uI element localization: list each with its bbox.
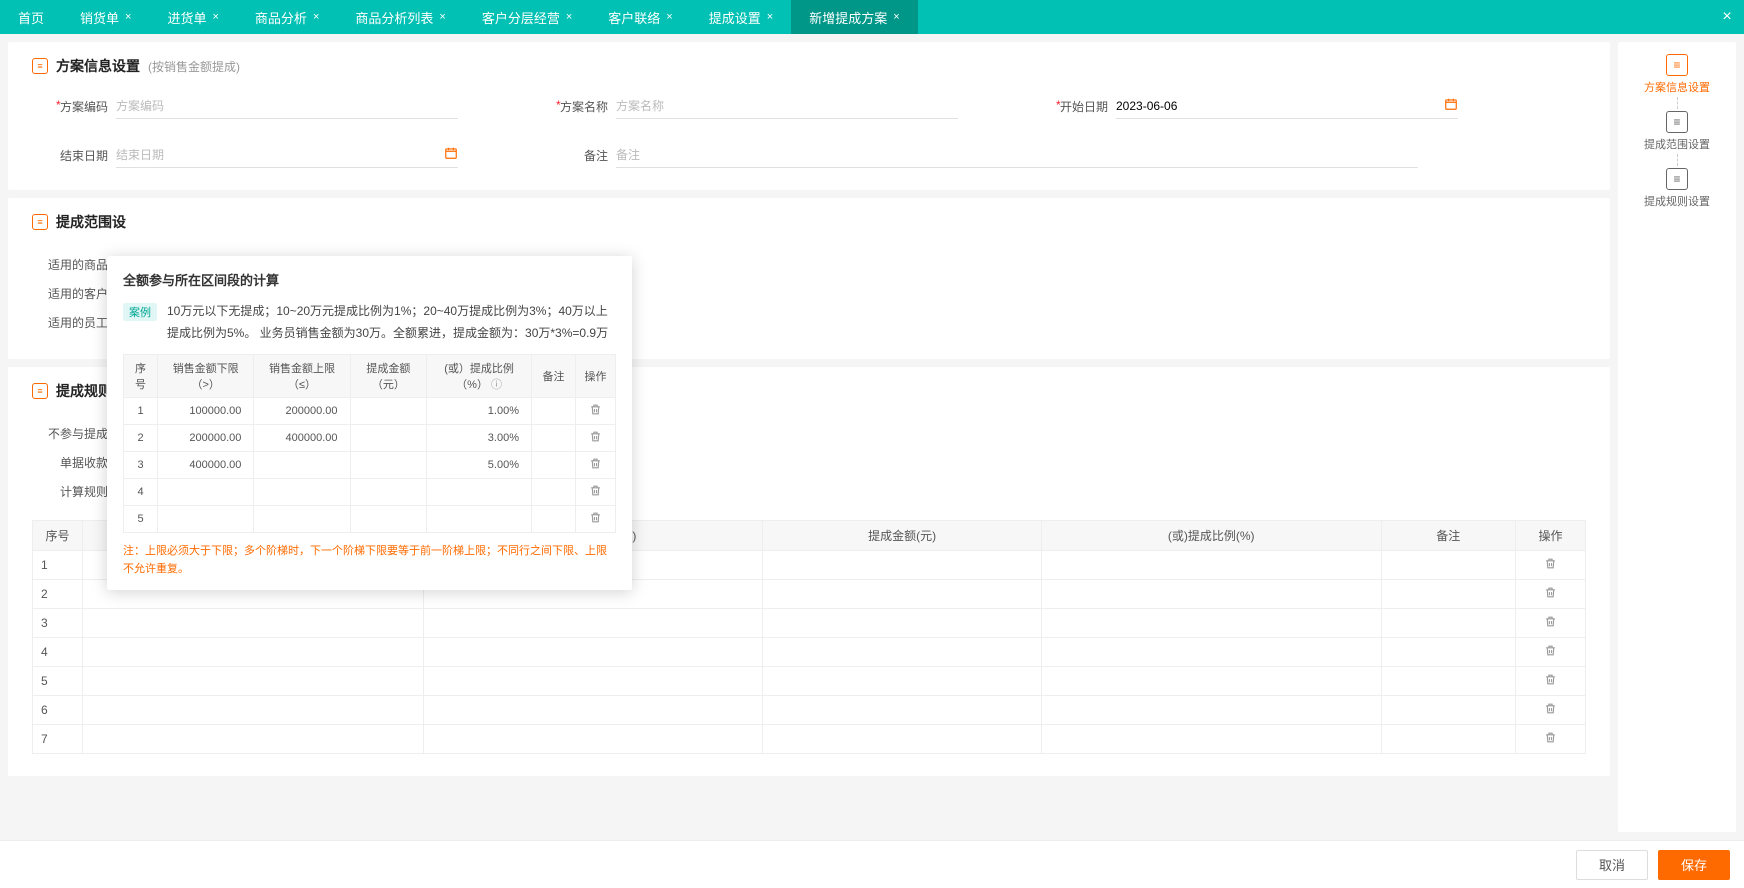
tab-close-icon[interactable]: × [125, 11, 131, 23]
section-plan-info: ≡ 方案信息设置 (按销售金额提成) 方案编码 方案名称 开始日期 [8, 42, 1610, 190]
section-title: 方案信息设置 [56, 56, 140, 76]
delete-icon[interactable] [1544, 559, 1557, 573]
tooltip-popup: 全额参与所在区间段的计算 案例 10万元以下无提成；10~20万元提成比例为1%… [107, 256, 632, 590]
tab-close-icon[interactable]: × [666, 11, 672, 23]
anchor-提成范围设置[interactable]: ≡提成范围设置 [1644, 111, 1710, 152]
table-row: 1100000.00200000.001.00% [124, 398, 616, 425]
label-exclude: 不参与提成 [38, 425, 116, 442]
input-plan-name[interactable] [616, 94, 958, 118]
label-goods: 适用的商品 [38, 256, 116, 273]
tab-商品分析[interactable]: 商品分析× [237, 0, 337, 34]
input-remark[interactable] [616, 143, 1418, 167]
section-subtitle: (按销售金额提成) [148, 58, 240, 75]
anchor-icon: ≡ [1666, 54, 1688, 76]
tab-close-icon[interactable]: × [313, 11, 319, 23]
label-remark: 备注 [538, 147, 616, 164]
tab-首页[interactable]: 首页 [0, 0, 62, 34]
tab-商品分析列表[interactable]: 商品分析列表× [337, 0, 463, 34]
label-start-date: 开始日期 [1038, 98, 1116, 115]
anchor-nav: ≡方案信息设置 ≡提成范围设置 ≡提成规则设置 [1618, 42, 1736, 832]
tab-进货单[interactable]: 进货单× [149, 0, 236, 34]
table-row: 4 [124, 479, 616, 506]
tab-close-icon[interactable]: × [767, 11, 773, 23]
section-icon: ≡ [32, 214, 48, 230]
anchor-方案信息设置[interactable]: ≡方案信息设置 [1644, 54, 1710, 95]
table-row: 5 [124, 506, 616, 533]
label-calc-rule: 计算规则 [38, 483, 116, 500]
input-plan-code[interactable] [116, 94, 458, 118]
anchor-icon: ≡ [1666, 168, 1688, 190]
tooltip-badge: 案例 [123, 303, 157, 321]
tooltip-desc: 10万元以下无提成；10~20万元提成比例为1%；20~40万提成比例为3%；4… [167, 301, 616, 344]
delete-icon[interactable] [1544, 588, 1557, 602]
label-receipt: 单据收款 [38, 454, 116, 471]
label-end-date: 结束日期 [38, 147, 116, 164]
delete-icon[interactable] [1544, 675, 1557, 689]
label-code: 方案编码 [38, 98, 116, 115]
table-row: 6 [33, 696, 1586, 725]
table-row: 3400000.005.00% [124, 452, 616, 479]
tooltip-note: 注：上限必须大于下限；多个阶梯时，下一个阶梯下限要等于前一阶梯上限；不同行之间下… [123, 543, 616, 578]
tab-close-icon[interactable]: × [439, 11, 445, 23]
delete-icon[interactable] [589, 515, 602, 527]
tab-close-icon[interactable]: × [212, 11, 218, 23]
tab-销货单[interactable]: 销货单× [62, 0, 149, 34]
tooltip-table: 序号 销售金额下限（>） 销售金额上限（≤） 提成金额（元） (或）提成比例（%… [123, 354, 616, 533]
label-staff: 适用的员工 [38, 314, 116, 331]
tab-新增提成方案[interactable]: 新增提成方案× [791, 0, 917, 34]
table-row: 7 [33, 725, 1586, 754]
save-button[interactable]: 保存 [1658, 850, 1730, 880]
calendar-icon[interactable] [1444, 97, 1458, 111]
tooltip-title: 全额参与所在区间段的计算 [123, 270, 616, 289]
input-start-date[interactable] [1116, 94, 1458, 118]
delete-icon[interactable] [1544, 646, 1557, 660]
delete-icon[interactable] [1544, 733, 1557, 747]
anchor-提成规则设置[interactable]: ≡提成规则设置 [1644, 168, 1710, 209]
cancel-button[interactable]: 取消 [1576, 850, 1648, 880]
section-icon: ≡ [32, 383, 48, 399]
tab-提成设置[interactable]: 提成设置× [691, 0, 791, 34]
table-row: 4 [33, 638, 1586, 667]
delete-icon[interactable] [589, 488, 602, 500]
section-icon: ≡ [32, 58, 48, 74]
delete-icon[interactable] [589, 461, 602, 473]
input-end-date[interactable] [116, 143, 458, 167]
table-row: 3 [33, 609, 1586, 638]
anchor-icon: ≡ [1666, 111, 1688, 133]
close-all-tabs-button[interactable]: × [1710, 0, 1744, 34]
label-name: 方案名称 [538, 98, 616, 115]
calendar-icon[interactable] [444, 146, 458, 160]
tab-客户分层经营[interactable]: 客户分层经营× [464, 0, 590, 34]
tab-close-icon[interactable]: × [893, 11, 899, 23]
section-title: 提成范围设 [56, 212, 126, 232]
delete-icon[interactable] [589, 434, 602, 446]
tab-close-icon[interactable]: × [566, 11, 572, 23]
label-customer: 适用的客户 [38, 285, 116, 302]
delete-icon[interactable] [1544, 617, 1557, 631]
table-row: 2200000.00400000.003.00% [124, 425, 616, 452]
delete-icon[interactable] [589, 407, 602, 419]
tab-客户联络[interactable]: 客户联络× [590, 0, 690, 34]
tabs-bar: 首页销货单×进货单×商品分析×商品分析列表×客户分层经营×客户联络×提成设置×新… [0, 0, 1744, 34]
footer-bar: 取消 保存 [0, 840, 1744, 888]
delete-icon[interactable] [1544, 704, 1557, 718]
table-row: 5 [33, 667, 1586, 696]
